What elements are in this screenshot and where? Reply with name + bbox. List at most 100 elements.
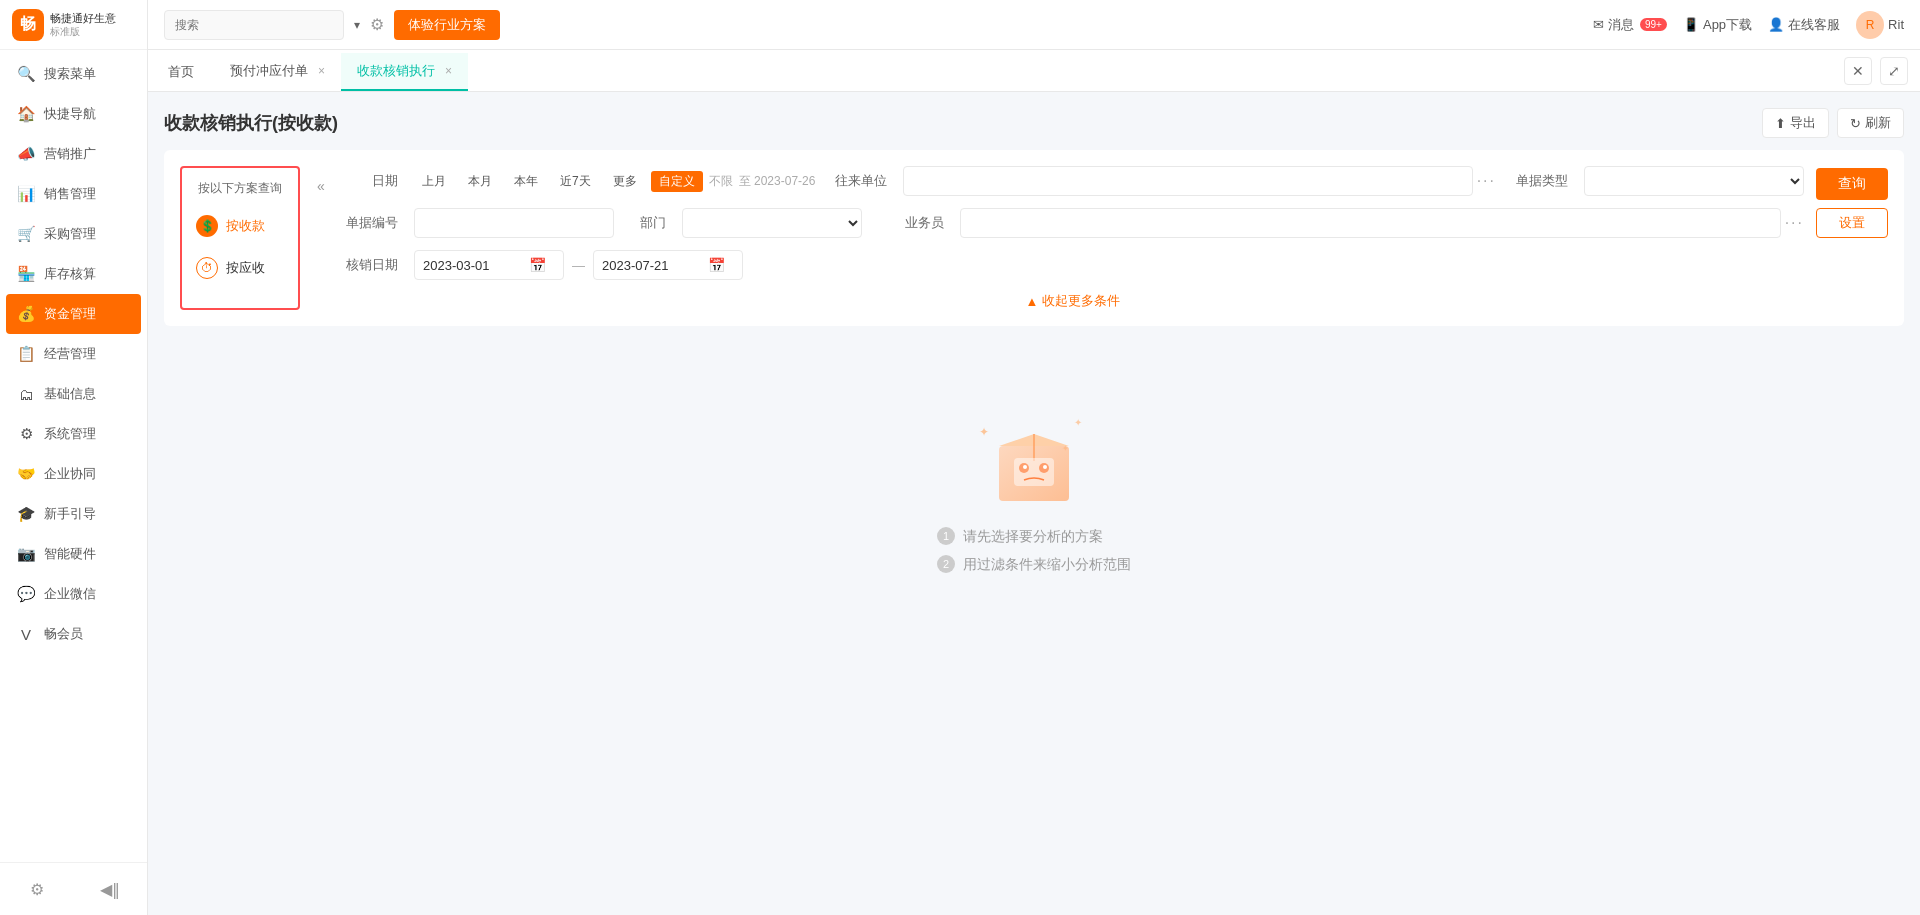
svg-text:✦: ✦ <box>979 425 989 439</box>
tab-prepay[interactable]: 预付冲应付单 × <box>214 53 341 91</box>
tab-writeoff[interactable]: 收款核销执行 × <box>341 53 468 91</box>
home-icon: 🏠 <box>16 104 36 124</box>
sidebar-item-hardware[interactable]: 📷 智能硬件 <box>0 534 147 574</box>
settings-icon-btn[interactable]: ⚙ <box>21 873 53 905</box>
date-tab-last-month[interactable]: 上月 <box>414 171 454 192</box>
calendar-start-icon[interactable]: 📅 <box>529 257 546 273</box>
dept-select[interactable] <box>682 208 862 238</box>
tab-home[interactable]: 首页 <box>148 53 214 91</box>
hardware-icon: 📷 <box>16 544 36 564</box>
doc-no-label: 单据编号 <box>342 214 398 232</box>
sidebar-item-sales[interactable]: 📊 销售管理 <box>0 174 147 214</box>
filter-row-1: 日期 上月 本月 本年 近7天 更多 自定义 不限 至 2023-07-26 往… <box>342 166 1804 196</box>
tab-close-all-btn[interactable]: ✕ <box>1844 57 1872 85</box>
sidebar-logo: 畅 畅捷通好生意 标准版 <box>0 0 147 50</box>
sidebar-item-system[interactable]: ⚙ 系统管理 <box>0 414 147 454</box>
dept-label: 部门 <box>630 214 666 232</box>
tab-bar: 首页 预付冲应付单 × 收款核销执行 × ✕ ⤢ <box>148 50 1920 92</box>
query-button[interactable]: 查询 <box>1816 168 1888 200</box>
sidebar-item-funds[interactable]: 💰 资金管理 <box>6 294 141 334</box>
user-profile[interactable]: R Rit <box>1856 11 1904 39</box>
date-to-display: 至 2023-07-26 <box>739 173 816 190</box>
header-dropdown-icon[interactable]: ▾ <box>354 18 360 32</box>
writeoff-end-input[interactable] <box>602 258 702 273</box>
filter-settings-button[interactable]: 设置 <box>1816 208 1888 238</box>
logo-icon: 畅 <box>12 9 44 41</box>
filter-row-3: 核销日期 📅 — 📅 <box>342 250 1804 280</box>
doc-type-label: 单据类型 <box>1512 172 1568 190</box>
writeoff-date-range: 📅 — 📅 <box>414 250 743 280</box>
refresh-button[interactable]: ↻ 刷新 <box>1837 108 1904 138</box>
sidebar-item-basicinfo[interactable]: 🗂 基础信息 <box>0 374 147 414</box>
search-icon: 🔍 <box>16 64 36 84</box>
app-icon: 📱 <box>1683 17 1699 32</box>
receipt-icon: 💲 <box>196 215 218 237</box>
tab-expand-btn[interactable]: ⤢ <box>1880 57 1908 85</box>
sidebar-item-marketing[interactable]: 📣 营销推广 <box>0 134 147 174</box>
export-button[interactable]: ⬆ 导出 <box>1762 108 1829 138</box>
message-button[interactable]: ✉ 消息 99+ <box>1593 16 1667 34</box>
counterparty-label: 往来单位 <box>831 172 887 190</box>
sidebar-item-member[interactable]: V 畅会员 <box>0 614 147 654</box>
filter-panel: 按以下方案查询 💲 按收款 ⏱ 按应收 « 日期 上 <box>164 150 1904 326</box>
funds-icon: 💰 <box>16 304 36 324</box>
sidebar-item-purchase[interactable]: 🛒 采购管理 <box>0 214 147 254</box>
date-tab-this-month[interactable]: 本月 <box>460 171 500 192</box>
page-title-bar: 收款核销执行(按收款) ⬆ 导出 ↻ 刷新 <box>164 108 1904 138</box>
writeoff-start-input[interactable] <box>423 258 523 273</box>
calendar-end-icon[interactable]: 📅 <box>708 257 725 273</box>
writeoff-end-box[interactable]: 📅 <box>593 250 743 280</box>
header-search-input[interactable] <box>164 10 344 40</box>
sidebar-item-wechat[interactable]: 💬 企业微信 <box>0 574 147 614</box>
svg-text:✦: ✦ <box>1062 444 1069 453</box>
staff-input[interactable] <box>960 208 1781 238</box>
sidebar-item-search[interactable]: 🔍 搜索菜单 <box>0 54 147 94</box>
tab-bar-actions: ✕ ⤢ <box>1844 57 1908 85</box>
doc-no-input[interactable] <box>414 208 614 238</box>
collapse-sidebar-btn[interactable]: ◀‖ <box>94 873 126 905</box>
tab-prepay-close[interactable]: × <box>318 64 325 78</box>
guide-icon: 🎓 <box>16 504 36 524</box>
app-download-button[interactable]: 📱 App下载 <box>1683 16 1752 34</box>
tip-num-2: 2 <box>937 555 955 573</box>
date-tab-this-year[interactable]: 本年 <box>506 171 546 192</box>
operations-icon: 📋 <box>16 344 36 364</box>
sidebar-item-inventory[interactable]: 🏪 库存核算 <box>0 254 147 294</box>
sidebar-item-guide[interactable]: 🎓 新手引导 <box>0 494 147 534</box>
svg-point-6 <box>1043 465 1047 469</box>
sidebar-item-enterprise[interactable]: 🤝 企业协同 <box>0 454 147 494</box>
service-icon: 👤 <box>1768 17 1784 32</box>
staff-dots-icon[interactable]: ··· <box>1785 214 1804 232</box>
tab-writeoff-close[interactable]: × <box>445 64 452 78</box>
filter-type-sidebar: 按以下方案查询 💲 按收款 ⏱ 按应收 <box>180 166 300 310</box>
megaphone-icon: 📣 <box>16 144 36 164</box>
doc-type-select[interactable] <box>1584 166 1804 196</box>
sidebar-item-operations[interactable]: 📋 经营管理 <box>0 334 147 374</box>
date-no-limit: 不限 <box>709 173 733 190</box>
date-tab-more[interactable]: 更多 <box>605 171 645 192</box>
header-right: ✉ 消息 99+ 📱 App下载 👤 在线客服 R Rit <box>1593 11 1904 39</box>
writeoff-start-box[interactable]: 📅 <box>414 250 564 280</box>
filter-by-receivable[interactable]: ⏱ 按应收 <box>190 249 290 287</box>
system-icon: ⚙ <box>16 424 36 444</box>
filter-main: 日期 上月 本月 本年 近7天 更多 自定义 不限 至 2023-07-26 往… <box>342 166 1804 310</box>
sidebar-nav: 🔍 搜索菜单 🏠 快捷导航 📣 营销推广 📊 销售管理 🛒 采购管理 🏪 库存核… <box>0 50 147 862</box>
page-actions: ⬆ 导出 ↻ 刷新 <box>1762 108 1904 138</box>
counterparty-input[interactable] <box>903 166 1472 196</box>
online-service-button[interactable]: 👤 在线客服 <box>1768 16 1840 34</box>
collapse-conditions-btn[interactable]: ▲ 收起更多条件 <box>342 292 1804 310</box>
date-label: 日期 <box>342 172 398 190</box>
sidebar-bottom: ⚙ ◀‖ <box>0 862 147 915</box>
filter-sidebar-collapse-btn[interactable]: « <box>312 178 330 194</box>
date-tab-7days[interactable]: 近7天 <box>552 171 599 192</box>
industry-solution-button[interactable]: 体验行业方案 <box>394 10 500 40</box>
tip-num-1: 1 <box>937 527 955 545</box>
header-gear-icon[interactable]: ⚙ <box>370 15 384 34</box>
sales-icon: 📊 <box>16 184 36 204</box>
date-tab-custom[interactable]: 自定义 <box>651 171 703 192</box>
top-header: ▾ ⚙ 体验行业方案 ✉ 消息 99+ 📱 App下载 👤 在线客服 R Rit <box>148 0 1920 50</box>
sidebar-item-quicknav[interactable]: 🏠 快捷导航 <box>0 94 147 134</box>
counterparty-dots-icon[interactable]: ··· <box>1477 172 1496 190</box>
content-area: 收款核销执行(按收款) ⬆ 导出 ↻ 刷新 按以下方案查询 💲 按收款 <box>148 92 1920 915</box>
filter-by-receipt[interactable]: 💲 按收款 <box>190 207 290 245</box>
